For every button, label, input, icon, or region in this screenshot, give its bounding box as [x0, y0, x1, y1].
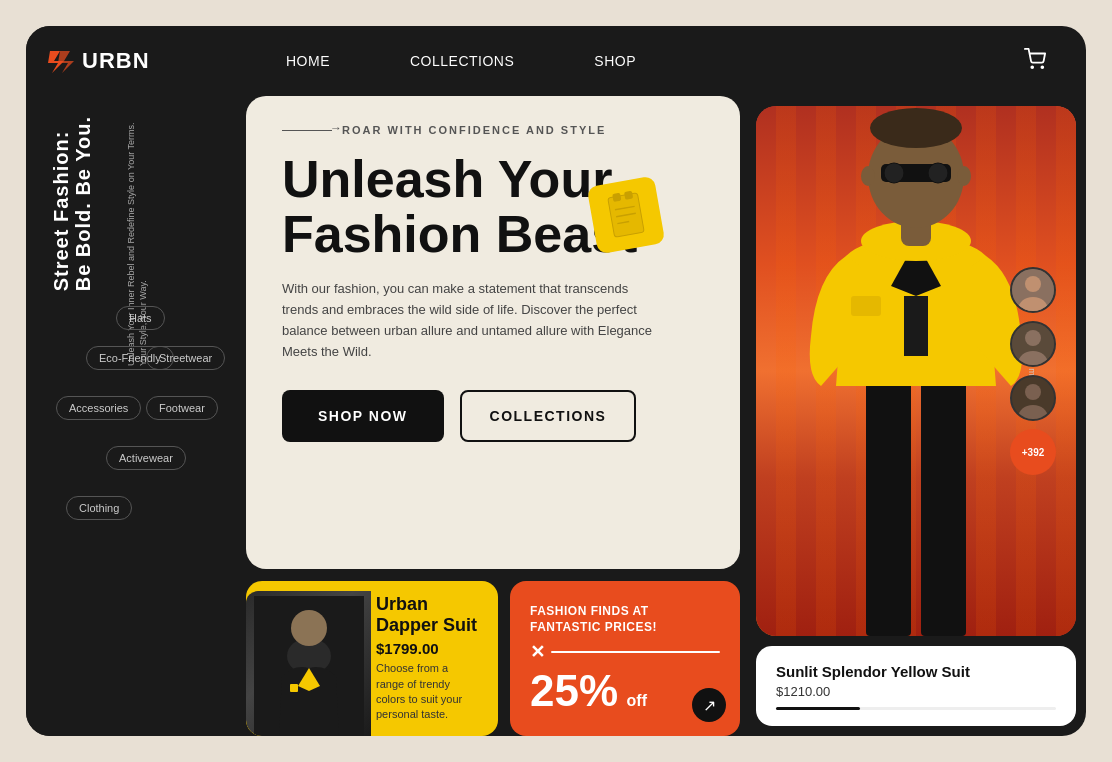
logo-icon — [46, 47, 74, 75]
promo-x-row: ✕ — [530, 641, 720, 663]
brand-name: URBN — [82, 48, 150, 74]
top-nav: HOME COLLECTIONS SHOP — [246, 26, 1086, 96]
svg-rect-3 — [612, 193, 621, 202]
svg-rect-4 — [624, 191, 633, 200]
tag-activewear[interactable]: Activewear — [106, 446, 186, 470]
tag-footwear[interactable]: Footwear — [146, 396, 218, 420]
avatar-1 — [1010, 267, 1056, 313]
promo-discount: 25% — [530, 666, 618, 715]
cart-icon[interactable] — [1024, 48, 1046, 75]
svg-rect-15 — [851, 296, 881, 316]
svg-point-1 — [1041, 66, 1043, 68]
promo-label: FASHION FINDS AT FANTASTIC PRICES! — [530, 604, 720, 635]
promo-arrow-button[interactable]: ↗ — [692, 688, 726, 722]
community-avatars: +392 — [1010, 267, 1056, 475]
nav-shop[interactable]: SHOP — [594, 53, 636, 69]
svg-point-0 — [1031, 66, 1033, 68]
arrow-decoration — [282, 130, 332, 131]
hero-wrapper: ROAR WITH CONFIDENCE AND STYLE Unleash Y… — [246, 96, 756, 736]
tag-hats[interactable]: Hats — [116, 306, 165, 330]
collections-button[interactable]: COLLECTIONS — [460, 390, 637, 442]
shop-now-button[interactable]: SHOP NOW — [282, 390, 444, 442]
model-illustration — [786, 148, 1046, 636]
promo-arrow-line — [551, 651, 720, 653]
tag-accessories[interactable]: Accessories — [56, 396, 141, 420]
hero-section: ROAR WITH CONFIDENCE AND STYLE Unleash Y… — [246, 96, 740, 569]
svg-point-27 — [1025, 276, 1041, 292]
avatar-2 — [1010, 321, 1056, 367]
nav-home[interactable]: HOME — [286, 53, 330, 69]
tag-streetwear[interactable]: Streetwear — [146, 346, 225, 370]
product-progress-fill — [776, 707, 860, 710]
bottom-section: Urban Dapper Suit $1799.00 Choose from a… — [246, 581, 740, 736]
product-title: Sunlit Splendor Yellow Suit — [776, 663, 1056, 680]
dapper-title: Urban Dapper Suit — [376, 594, 478, 636]
hero-and-right: ROAR WITH CONFIDENCE AND STYLE Unleash Y… — [246, 96, 1086, 736]
logo-area: URBN — [26, 26, 246, 96]
svg-point-21 — [928, 163, 948, 183]
svg-point-31 — [1025, 384, 1041, 400]
product-price: $1210.00 — [776, 684, 1056, 699]
dapper-description: Choose from a range of trendy colors to … — [376, 661, 478, 723]
promo-off: off — [627, 692, 647, 709]
left-sidebar: URBN Street Fashion: Be Bold. Be You. Un… — [26, 26, 246, 736]
tag-clothing[interactable]: Clothing — [66, 496, 132, 520]
svg-point-20 — [884, 163, 904, 183]
promo-card: FASHION FINDS AT FANTASTIC PRICES! ✕ 25%… — [510, 581, 740, 736]
svg-rect-12 — [866, 376, 911, 636]
svg-point-23 — [870, 108, 962, 148]
dapper-price: $1799.00 — [376, 640, 478, 657]
dapper-image — [246, 591, 371, 736]
main-card: URBN Street Fashion: Be Bold. Be You. Un… — [26, 26, 1086, 736]
hero-photo: Join community — [756, 106, 1076, 636]
community-count-button[interactable]: +392 — [1010, 429, 1056, 475]
right-panel: Join community — [756, 96, 1086, 736]
yellow-badge-decoration — [587, 176, 666, 255]
svg-rect-14 — [904, 296, 928, 356]
hero-subtitle: ROAR WITH CONFIDENCE AND STYLE — [282, 124, 704, 136]
svg-rect-11 — [290, 684, 298, 692]
nav-collections[interactable]: COLLECTIONS — [410, 53, 514, 69]
svg-rect-13 — [921, 376, 966, 636]
promo-x-icon: ✕ — [530, 641, 545, 663]
product-card: Sunlit Splendor Yellow Suit $1210.00 — [756, 646, 1076, 726]
tags-area: Hats Eco-Friendly Streetwear Accessories… — [36, 306, 246, 576]
hero-buttons: SHOP NOW COLLECTIONS — [282, 390, 704, 442]
dapper-card: Urban Dapper Suit $1799.00 Choose from a… — [246, 581, 498, 736]
avatar-3 — [1010, 375, 1056, 421]
svg-point-10 — [291, 610, 327, 646]
main-content: HOME COLLECTIONS SHOP ROAR WITH CONFIDEN… — [246, 26, 1086, 736]
product-progress-bar — [776, 707, 1056, 710]
hero-description: With our fashion, you can make a stateme… — [282, 279, 662, 362]
svg-point-29 — [1025, 330, 1041, 346]
sidebar-title: Street Fashion: Be Bold. Be You. — [50, 116, 94, 291]
svg-point-25 — [957, 166, 971, 186]
svg-point-24 — [861, 166, 875, 186]
